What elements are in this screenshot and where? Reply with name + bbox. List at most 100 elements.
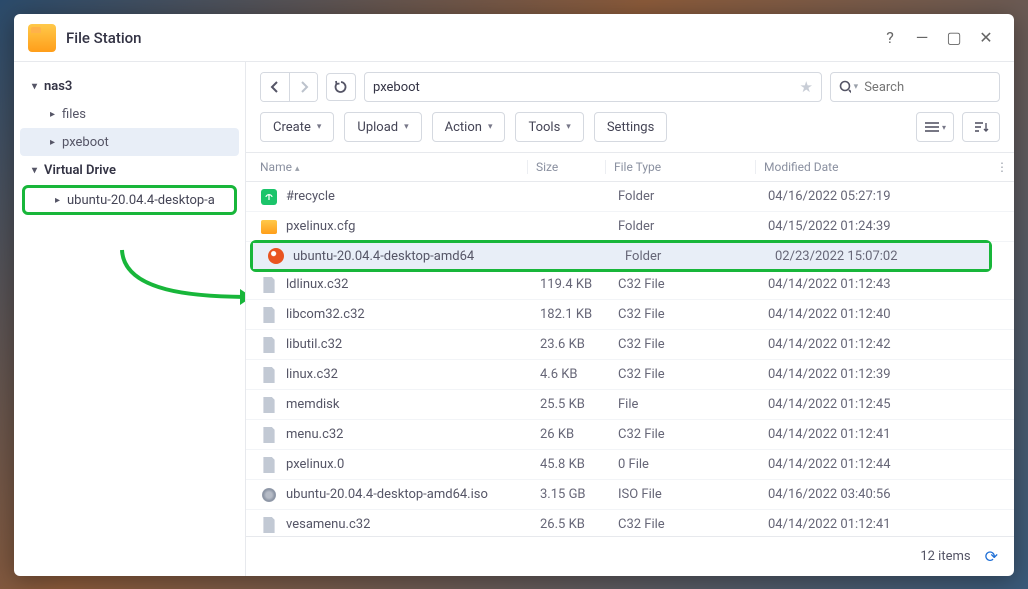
content: ▾ nas3 ▸ files ▸ pxeboot ▾ Virtual Drive… xyxy=(14,62,1014,576)
file-date: 04/15/2022 01:24:39 xyxy=(760,219,1014,234)
upload-button[interactable]: Upload▾ xyxy=(344,112,421,142)
tree-label: Virtual Drive xyxy=(44,163,116,178)
file-type: Folder xyxy=(617,249,767,264)
file-type: C32 File xyxy=(610,307,760,322)
refresh-button[interactable]: ⟳ xyxy=(985,547,998,566)
file-name: menu.c32 xyxy=(286,427,532,442)
file-date: 04/14/2022 01:12:43 xyxy=(760,277,1014,292)
file-icon xyxy=(260,366,278,384)
file-size: 23.6 KB xyxy=(532,337,610,352)
action-button[interactable]: Action▾ xyxy=(432,112,506,142)
reload-button[interactable] xyxy=(326,73,356,101)
file-type: C32 File xyxy=(610,427,760,442)
file-date: 04/14/2022 01:12:41 xyxy=(760,517,1014,532)
tree-label: ubuntu-20.04.4-desktop-a xyxy=(67,193,215,208)
app-folder-icon xyxy=(28,24,56,52)
sort-button[interactable] xyxy=(962,112,1000,142)
favorite-star-icon[interactable]: ★ xyxy=(800,78,813,96)
minimize-button[interactable]: — xyxy=(908,24,936,52)
list-header: Name ▴ Size File Type Modified Date ⋮ xyxy=(246,152,1014,182)
tree-root-virtual-drive[interactable]: ▾ Virtual Drive xyxy=(20,156,239,184)
file-icon xyxy=(260,516,278,534)
nav-forward-button[interactable] xyxy=(289,73,317,101)
file-type: C32 File xyxy=(610,277,760,292)
file-row[interactable]: libcom32.c32182.1 KBC32 File04/14/2022 0… xyxy=(246,300,1014,330)
file-date: 04/16/2022 05:27:19 xyxy=(760,189,1014,204)
file-name: vesamenu.c32 xyxy=(286,517,532,532)
file-date: 04/16/2022 03:40:56 xyxy=(760,487,1014,502)
tree-item-files[interactable]: ▸ files xyxy=(20,100,239,128)
file-type: C32 File xyxy=(610,517,760,532)
col-header-type[interactable]: File Type xyxy=(606,160,756,174)
titlebar: File Station ? — ▢ ✕ xyxy=(14,14,1014,62)
file-name: linux.c32 xyxy=(286,367,532,382)
caret-down-icon: ▾ xyxy=(854,82,859,92)
file-size: 25.5 KB xyxy=(532,397,610,412)
col-header-name[interactable]: Name ▴ xyxy=(246,160,528,174)
caret-right-icon: ▸ xyxy=(50,109,62,120)
file-list: Name ▴ Size File Type Modified Date ⋮ #r… xyxy=(246,152,1014,536)
iso-icon xyxy=(260,486,278,504)
file-row[interactable]: menu.c3226 KBC32 File04/14/2022 01:12:41 xyxy=(246,420,1014,450)
file-icon xyxy=(260,336,278,354)
file-type: C32 File xyxy=(610,337,760,352)
search-box[interactable]: ▾ xyxy=(830,72,1000,102)
file-row[interactable]: pxelinux.cfgFolder04/15/2022 01:24:39 xyxy=(246,212,1014,242)
file-station-window: File Station ? — ▢ ✕ ▾ nas3 ▸ files ▸ px… xyxy=(14,14,1014,576)
caret-right-icon: ▸ xyxy=(50,137,62,148)
search-input[interactable] xyxy=(864,80,991,95)
file-name: #recycle xyxy=(286,189,532,204)
create-button[interactable]: Create▾ xyxy=(260,112,334,142)
file-row[interactable]: linux.c324.6 KBC32 File04/14/2022 01:12:… xyxy=(246,360,1014,390)
tree-root-nas3[interactable]: ▾ nas3 xyxy=(20,72,239,100)
file-name: ubuntu-20.04.4-desktop-amd64.iso xyxy=(286,487,532,502)
file-row[interactable]: ubuntu-20.04.4-desktop-amd64Folder02/23/… xyxy=(253,243,989,269)
sidebar-tree: ▾ nas3 ▸ files ▸ pxeboot ▾ Virtual Drive… xyxy=(14,62,246,576)
file-row[interactable]: ldlinux.c32119.4 KBC32 File04/14/2022 01… xyxy=(246,270,1014,300)
file-date: 04/14/2022 01:12:44 xyxy=(760,457,1014,472)
file-row[interactable]: ubuntu-20.04.4-desktop-amd64.iso3.15 GBI… xyxy=(246,480,1014,510)
file-size: 3.15 GB xyxy=(532,487,610,502)
file-name: memdisk xyxy=(286,397,532,412)
help-button[interactable]: ? xyxy=(876,24,904,52)
tree-label: files xyxy=(62,107,86,122)
col-header-size[interactable]: Size xyxy=(528,160,606,174)
caret-right-icon: ▸ xyxy=(55,195,67,206)
file-type: File xyxy=(610,397,760,412)
tree-item-ubuntu-iso[interactable]: ▸ ubuntu-20.04.4-desktop-a xyxy=(25,188,234,212)
file-name: libcom32.c32 xyxy=(286,307,532,322)
file-icon xyxy=(260,306,278,324)
file-icon xyxy=(260,456,278,474)
file-icon xyxy=(260,276,278,294)
file-row[interactable]: memdisk25.5 KBFile04/14/2022 01:12:45 xyxy=(246,390,1014,420)
file-row[interactable]: libutil.c3223.6 KBC32 File04/14/2022 01:… xyxy=(246,330,1014,360)
tools-button[interactable]: Tools▾ xyxy=(515,112,583,142)
nav-back-button[interactable] xyxy=(261,73,289,101)
path-input[interactable]: pxeboot ★ xyxy=(364,72,822,102)
footer: 12 items ⟳ xyxy=(246,536,1014,576)
file-row[interactable]: vesamenu.c3226.5 KBC32 File04/14/2022 01… xyxy=(246,510,1014,536)
col-menu-icon[interactable]: ⋮ xyxy=(990,160,1014,174)
ubuntu-icon xyxy=(267,247,285,265)
tree-item-pxeboot[interactable]: ▸ pxeboot xyxy=(20,128,239,156)
file-size: 26.5 KB xyxy=(532,517,610,532)
app-title: File Station xyxy=(66,29,142,47)
cfg-icon xyxy=(260,218,278,236)
tree-label: nas3 xyxy=(44,79,72,94)
col-header-date[interactable]: Modified Date xyxy=(756,160,990,174)
nav-group xyxy=(260,72,318,102)
file-icon xyxy=(260,396,278,414)
file-date: 02/23/2022 15:07:02 xyxy=(767,249,989,264)
file-type: 0 File xyxy=(610,457,760,472)
file-size: 26 KB xyxy=(532,427,610,442)
view-list-button[interactable]: ▾ xyxy=(916,112,954,142)
annotation-box: ▸ ubuntu-20.04.4-desktop-a xyxy=(22,185,237,215)
close-button[interactable]: ✕ xyxy=(972,24,1000,52)
topbar: pxeboot ★ ▾ xyxy=(246,62,1014,112)
maximize-button[interactable]: ▢ xyxy=(940,24,968,52)
settings-button[interactable]: Settings xyxy=(594,112,667,142)
file-row[interactable]: pxelinux.045.8 KB0 File04/14/2022 01:12:… xyxy=(246,450,1014,480)
action-bar: Create▾ Upload▾ Action▾ Tools▾ Settings … xyxy=(246,112,1014,152)
file-date: 04/14/2022 01:12:45 xyxy=(760,397,1014,412)
file-row[interactable]: #recycleFolder04/16/2022 05:27:19 xyxy=(246,182,1014,212)
